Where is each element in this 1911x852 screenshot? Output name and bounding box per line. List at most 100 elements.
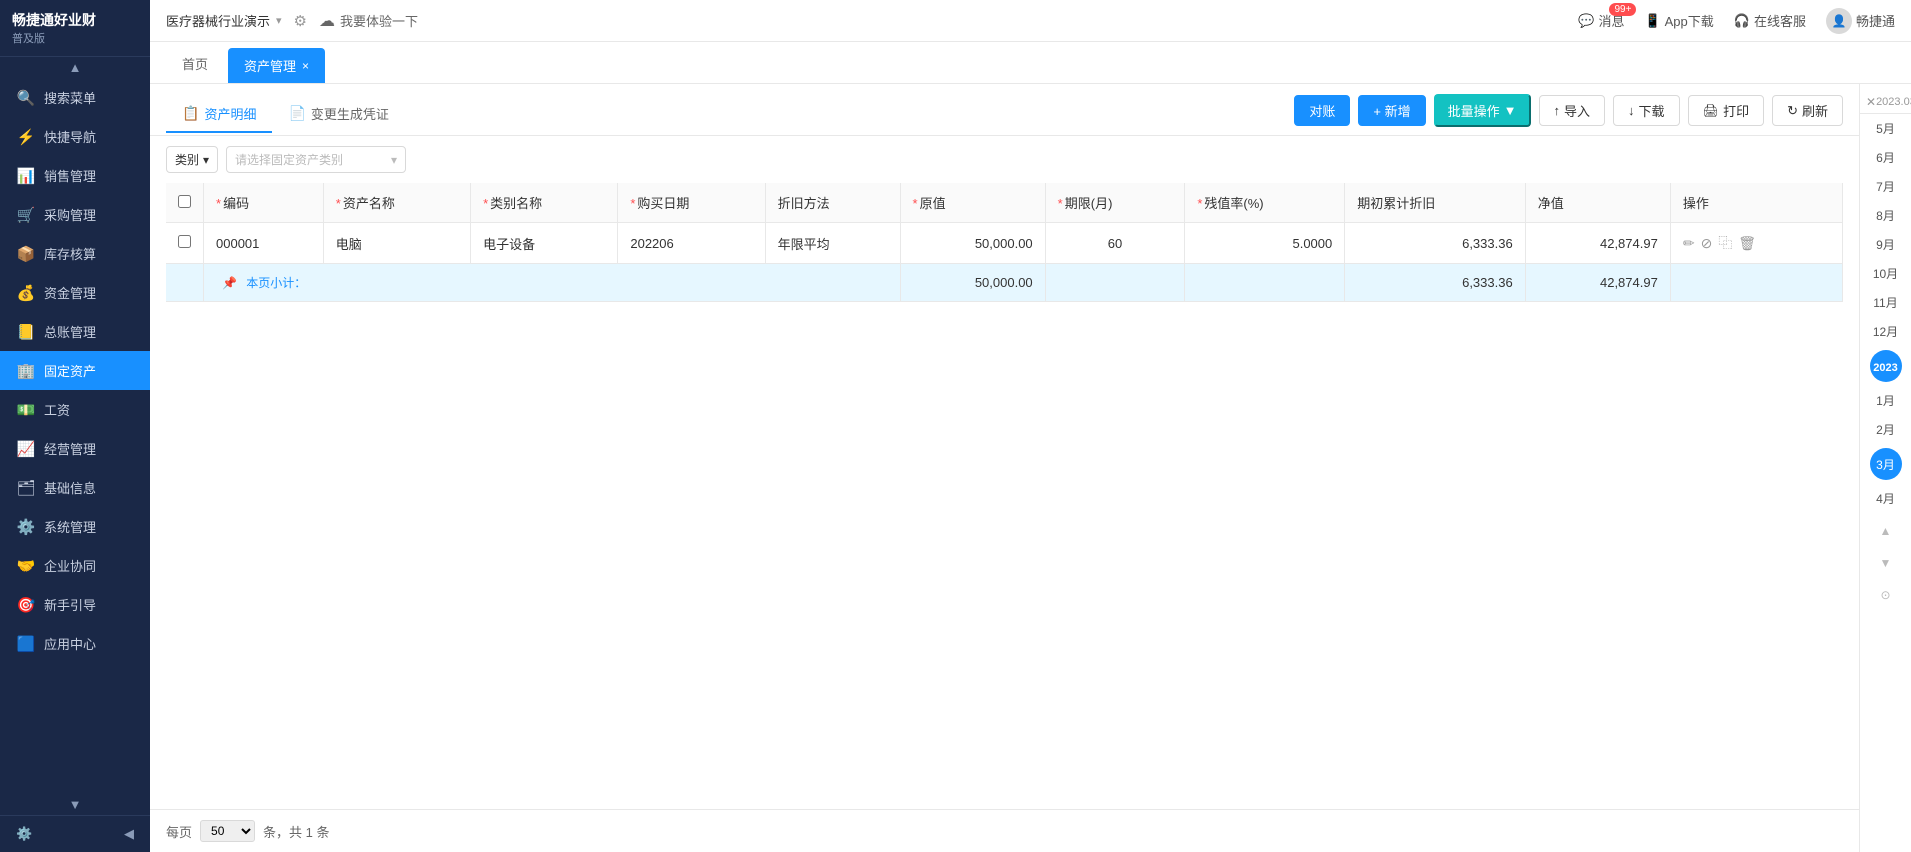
rp-month-10月[interactable]: 10月 bbox=[1870, 259, 1902, 288]
category-filter[interactable]: 类别 ▾ bbox=[166, 146, 218, 173]
rp-month-9月[interactable]: 9月 bbox=[1870, 230, 1902, 259]
sidebar-item-quicknav[interactable]: ⚡快捷导航 bbox=[0, 117, 150, 156]
sidebar-icon-search: 🔍 bbox=[16, 89, 36, 107]
rp-bottom-icon-2[interactable]: ⊙ bbox=[1872, 581, 1900, 609]
category-filter-label: 类别 bbox=[175, 151, 199, 168]
sidebar-collapse-icon[interactable]: ◀ bbox=[124, 826, 134, 842]
user-area[interactable]: 👤 畅捷通 bbox=[1826, 8, 1895, 34]
subtotal-actions bbox=[1670, 264, 1842, 302]
sidebar-item-inventory[interactable]: 📦库存核算 bbox=[0, 234, 150, 273]
rp-month-1月[interactable]: 1月 bbox=[1870, 386, 1902, 415]
header-depreciation-method: 折旧方法 bbox=[765, 183, 900, 223]
sidebar-item-ledger[interactable]: 📒总账管理 bbox=[0, 312, 150, 351]
online-service-label: 在线客服 bbox=[1754, 11, 1806, 30]
tab-asset-management[interactable]: 资产管理 × bbox=[228, 48, 325, 83]
import-button[interactable]: ↑ 导入 bbox=[1539, 95, 1606, 126]
select-all-checkbox[interactable] bbox=[178, 195, 191, 208]
sidebar-icon-capital: 💰 bbox=[16, 284, 36, 302]
subtotal-residual bbox=[1185, 264, 1345, 302]
sidebar-scroll-up[interactable]: ▲ bbox=[0, 57, 150, 78]
header-category: *类别名称 bbox=[471, 183, 618, 223]
sidebar-settings-icon[interactable]: ⚙️ bbox=[16, 826, 32, 842]
per-page-select[interactable]: 50 100 bbox=[200, 820, 255, 842]
row-purchase-date-0: 202206 bbox=[618, 223, 765, 264]
sidebar-item-payroll[interactable]: 💵工资 bbox=[0, 390, 150, 429]
delete-icon-0[interactable]: 🗑 bbox=[1738, 235, 1756, 252]
sidebar-item-operations[interactable]: 📈经营管理 bbox=[0, 429, 150, 468]
subtotal-accumulated: 6,333.36 bbox=[1345, 264, 1525, 302]
sidebar-icon-fixedassets: 🏢 bbox=[16, 362, 36, 380]
sidebar-icon-guide: 🎯 bbox=[16, 596, 36, 614]
rp-header: ✕ 2023.03 ⛶ bbox=[1860, 90, 1911, 114]
subtotal-label: 📌 本页小计： bbox=[204, 264, 901, 302]
rp-month-5月[interactable]: 5月 bbox=[1870, 114, 1902, 143]
rp-bottom-icon-1[interactable]: ▼ bbox=[1872, 549, 1900, 577]
rp-month-7月[interactable]: 7月 bbox=[1870, 172, 1902, 201]
row-select-0[interactable] bbox=[178, 235, 191, 248]
rp-month-12月[interactable]: 12月 bbox=[1870, 317, 1902, 346]
sidebar-item-appstore[interactable]: 🟦 应用中心 bbox=[0, 624, 150, 663]
row-net-value-0: 42,874.97 bbox=[1525, 223, 1670, 264]
rp-month-4月[interactable]: 4月 bbox=[1870, 484, 1902, 513]
sidebar-item-enterprise[interactable]: 🤝企业协同 bbox=[0, 546, 150, 585]
disable-icon-0[interactable]: ⊘ bbox=[1701, 235, 1713, 252]
experience-label: 我要体验一下 bbox=[340, 11, 418, 30]
batch-ops-button[interactable]: 批量操作 ▼ bbox=[1434, 94, 1531, 127]
company-chevron-icon[interactable]: ▾ bbox=[276, 14, 282, 27]
rp-month-6月[interactable]: 6月 bbox=[1870, 143, 1902, 172]
sidebar-icon-appstore: 🟦 bbox=[16, 635, 36, 653]
new-button[interactable]: + 新增 bbox=[1358, 95, 1425, 126]
pagination: 每页 50 100 条，共 1 条 bbox=[150, 809, 1859, 852]
sidebar-icon-operations: 📈 bbox=[16, 440, 36, 458]
sidebar-item-capital[interactable]: 💰资金管理 bbox=[0, 273, 150, 312]
sidebar-item-search[interactable]: 🔍搜索菜单 bbox=[0, 78, 150, 117]
message-badge: 99+ bbox=[1609, 3, 1636, 16]
rp-month-3月[interactable]: 3月 bbox=[1870, 448, 1902, 480]
row-checkbox-0 bbox=[166, 223, 204, 264]
sidebar-item-guide[interactable]: 🎯新手引导 bbox=[0, 585, 150, 624]
sidebar-scroll-down[interactable]: ▼ bbox=[0, 794, 150, 815]
online-service-button[interactable]: 🎧 在线客服 bbox=[1734, 11, 1806, 30]
table-header-row: *编码 *资产名称 *类别名称 *购买日期 折旧方法 *原值 *期限(月) *残… bbox=[166, 183, 1843, 223]
rp-month-2月[interactable]: 2月 bbox=[1870, 415, 1902, 444]
row-period-0: 60 bbox=[1045, 223, 1185, 264]
download-button[interactable]: ↓ 下载 bbox=[1613, 95, 1680, 126]
rp-month-8月[interactable]: 8月 bbox=[1870, 201, 1902, 230]
reconcile-button[interactable]: 对账 bbox=[1294, 95, 1350, 126]
experience-button[interactable]: ☁ 我要体验一下 bbox=[319, 11, 418, 31]
sidebar-item-sales[interactable]: 📊销售管理 bbox=[0, 156, 150, 195]
tab-close-icon[interactable]: × bbox=[302, 59, 309, 73]
copy-icon-0[interactable]: ⿻ bbox=[1718, 233, 1732, 253]
print-button[interactable]: 🖨 打印 bbox=[1688, 95, 1765, 126]
row-actions-0: ✏ ⊘ ⿻ 🗑 bbox=[1670, 223, 1842, 264]
rp-close-icon[interactable]: ✕ bbox=[1866, 95, 1876, 109]
sidebar-item-fixedassets[interactable]: 🏢固定资产 bbox=[0, 351, 150, 390]
sidebar-label-enterprise: 企业协同 bbox=[44, 556, 96, 575]
rp-bottom-icon-0[interactable]: ▲ bbox=[1872, 517, 1900, 545]
edit-icon-0[interactable]: ✏ bbox=[1683, 235, 1695, 252]
rp-month-11月[interactable]: 11月 bbox=[1870, 288, 1902, 317]
sidebar-item-system[interactable]: ⚙️系统管理 bbox=[0, 507, 150, 546]
logo-text: 畅捷通好业财 bbox=[12, 10, 138, 30]
sidebar-item-purchase[interactable]: 🛒采购管理 bbox=[0, 195, 150, 234]
sidebar-icon-inventory: 📦 bbox=[16, 245, 36, 263]
sidebar-label-appstore: 应用中心 bbox=[44, 634, 96, 653]
refresh-label: 刷新 bbox=[1802, 101, 1828, 120]
experience-icon: ☁ bbox=[319, 11, 335, 31]
company-name: 医疗器械行业演示 bbox=[166, 11, 270, 30]
category-select-input[interactable]: 请选择固定资产类别 ▾ bbox=[226, 146, 406, 173]
refresh-button[interactable]: ↻ 刷新 bbox=[1772, 95, 1843, 126]
sub-tab-assets[interactable]: 📋 资产明细 bbox=[166, 96, 272, 133]
batch-ops-label: 批量操作 bbox=[1448, 101, 1500, 120]
message-button[interactable]: 💬 消息 99+ bbox=[1578, 11, 1624, 30]
total-label: 条，共 1 条 bbox=[263, 822, 329, 841]
subtotal-period bbox=[1045, 264, 1185, 302]
sidebar-item-basic[interactable]: 🗂基础信息 bbox=[0, 468, 150, 507]
topbar: 医疗器械行业演示 ▾ ⚙ ☁ 我要体验一下 💬 消息 99+ 📱 App下载 🎧… bbox=[150, 0, 1911, 42]
sidebar-label-payroll: 工资 bbox=[44, 400, 70, 419]
sub-tabs: 📋 资产明细 📄 变更生成凭证 对账 + 新增 批量操作 ▼ ↑ bbox=[150, 84, 1859, 136]
topbar-gear-icon[interactable]: ⚙ bbox=[294, 12, 307, 30]
sub-tab-voucher[interactable]: 📄 变更生成凭证 bbox=[272, 96, 404, 133]
app-download-button[interactable]: 📱 App下载 bbox=[1644, 11, 1713, 30]
tab-home[interactable]: 首页 bbox=[166, 46, 224, 83]
